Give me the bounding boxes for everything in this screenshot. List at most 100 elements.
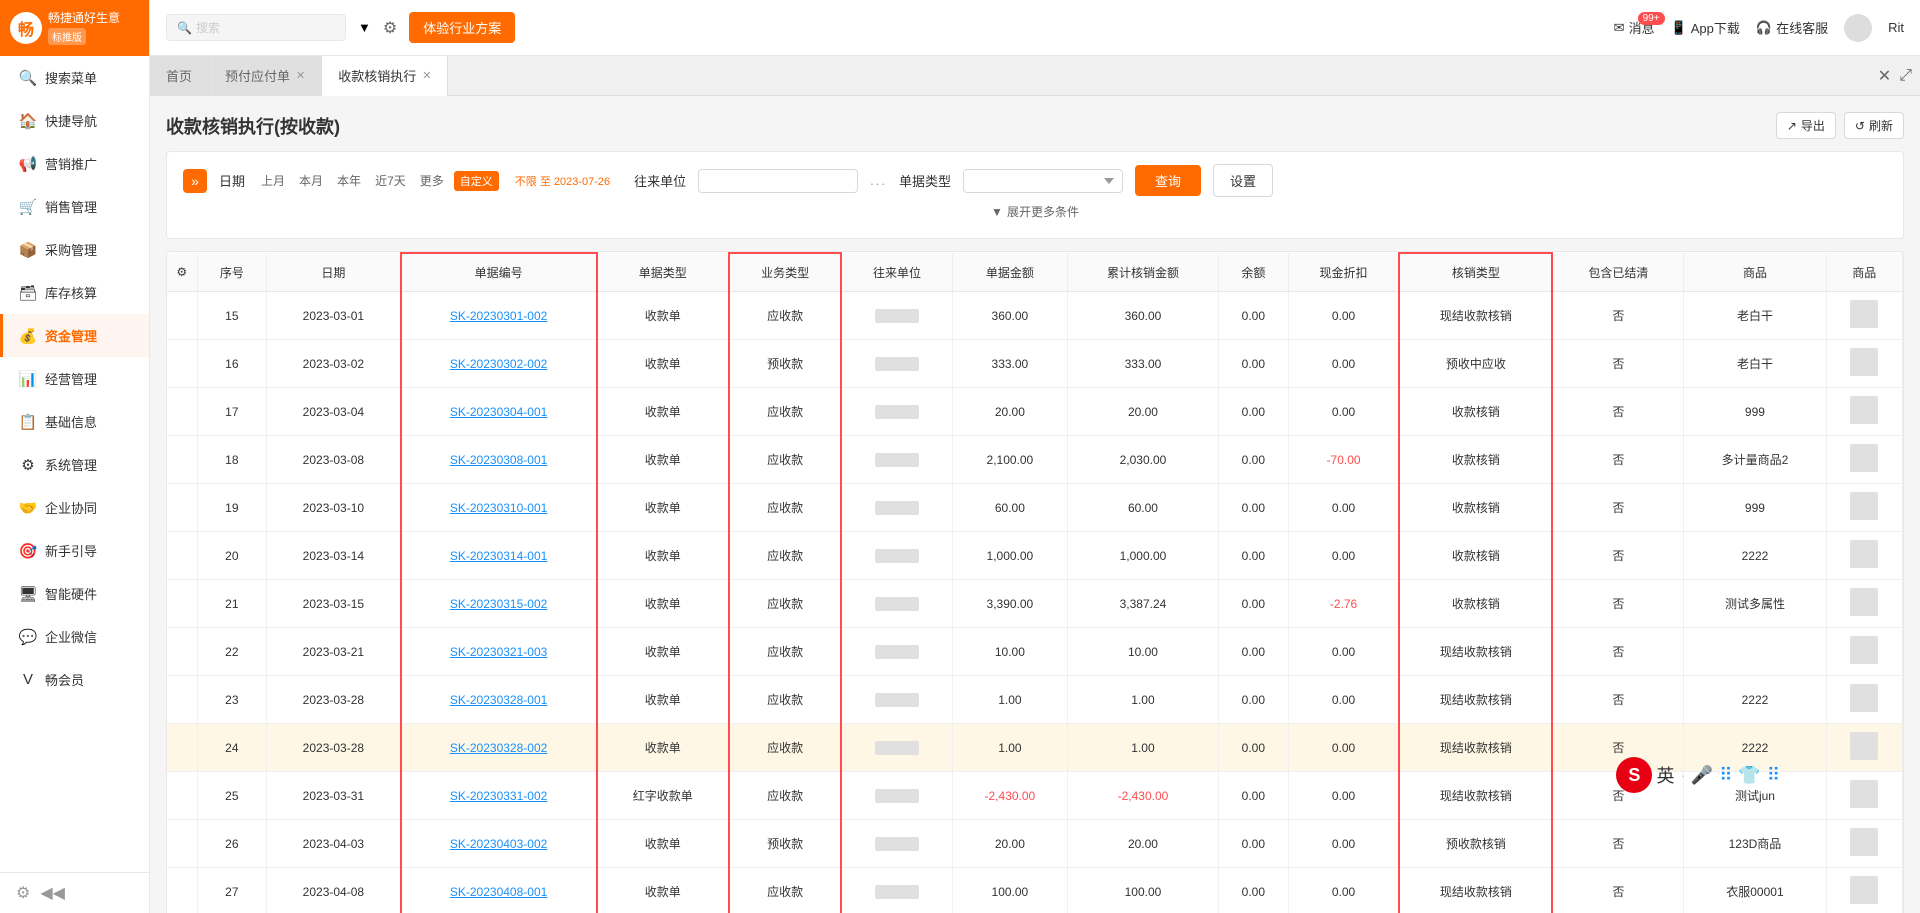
refresh-button[interactable]: ↺ 刷新 [1844,112,1904,139]
sidebar-item-quicknav[interactable]: 🏠快捷导航 [0,99,149,142]
date-7days-btn[interactable]: 近7天 [371,170,410,191]
sidebar-item-purchase[interactable]: 📦采购管理 [0,228,149,271]
tab-prepay[interactable]: 预付应付单 ✕ [209,56,322,96]
table-row: 17 2023-03-04 SK-20230304-001 收款单 应收款 20… [167,388,1903,436]
brand-apps-icon[interactable]: ⠿ [1767,765,1780,786]
brand-s-icon: S [1616,757,1652,793]
cell-goods-img [1826,820,1903,868]
bill-no-link[interactable]: SK-20230314-001 [450,549,547,563]
bill-no-link[interactable]: SK-20230304-001 [450,405,547,419]
brand-mic-icon[interactable]: 🎤 [1691,765,1713,786]
tab-collection-close[interactable]: ✕ [422,69,431,82]
bill-no-link[interactable]: SK-20230321-003 [450,645,547,659]
sidebar-item-marketing[interactable]: 📢营销推广 [0,142,149,185]
online-service-button[interactable]: 🎧 在线客服 [1756,18,1828,37]
tab-prepay-close[interactable]: ✕ [296,69,305,82]
tab-close-all-icon[interactable]: ✕ [1878,66,1891,86]
cell-date: 2023-03-04 [267,388,401,436]
tab-home[interactable]: 首页 [150,56,209,96]
topbar-gear-icon[interactable]: ⚙ [383,18,397,38]
sidebar-item-inventory[interactable]: 🗃 库存核算 [0,271,149,314]
col-gear-header[interactable]: ⚙ [167,253,197,292]
topbar-dropdown[interactable]: ▼ [358,20,371,35]
sidebar-item-guide[interactable]: 🎯新手引导 [0,529,149,572]
cell-cashdiscount: 0.00 [1288,676,1399,724]
cell-canceltype: 现结收款核销 [1399,724,1552,772]
table-row: 16 2023-03-02 SK-20230302-002 收款单 预收款 33… [167,340,1903,388]
bill-no-link[interactable]: SK-20230408-001 [450,885,547,899]
cell-includesettled: 否 [1552,820,1684,868]
cell-billno: SK-20230310-001 [401,484,597,532]
date-custom-btn[interactable]: 自定义 [454,171,499,191]
sidebar-icon-inventory: 🗃 [19,284,37,302]
cell-no: 20 [197,532,267,580]
sidebar-item-search[interactable]: 🔍搜索菜单 [0,56,149,99]
col-partner-header: 往来单位 [841,253,952,292]
cell-balance: 0.00 [1219,340,1289,388]
settings-bottom-icon[interactable]: ⚙ [16,883,30,903]
cell-biztype: 应收款 [729,772,841,820]
export-button[interactable]: ↗ 导出 [1776,112,1836,139]
date-thisyear-btn[interactable]: 本年 [333,170,365,191]
bill-no-link[interactable]: SK-20230308-001 [450,453,547,467]
bill-no-link[interactable]: SK-20230331-002 [450,789,547,803]
filter-settings-button[interactable]: 设置 [1213,164,1273,197]
sidebar-item-member[interactable]: V畅会员 [0,658,149,701]
query-button[interactable]: 查询 [1135,165,1201,196]
sidebar-item-hardware[interactable]: 🖥智能硬件 [0,572,149,615]
user-avatar[interactable] [1844,14,1872,42]
bill-no-link[interactable]: SK-20230328-001 [450,693,547,707]
table-row: 26 2023-04-03 SK-20230403-002 收款单 预收款 20… [167,820,1903,868]
solution-button[interactable]: 体验行业方案 [409,12,515,43]
tab-expand-icon[interactable]: ⤢ [1899,67,1912,85]
sidebar-item-basic[interactable]: 📋基础信息 [0,400,149,443]
cell-gear [167,820,197,868]
cell-no: 15 [197,292,267,340]
sidebar-item-corp[interactable]: 🤝 企业协同 [0,486,149,529]
app-download-button[interactable]: 📱 App下载 [1671,18,1740,37]
tab-collection[interactable]: 收款核销执行 ✕ [322,56,448,96]
bill-no-link[interactable]: SK-20230315-002 [450,597,547,611]
message-button[interactable]: ✉ 消息 99+ [1614,18,1655,37]
sidebar-item-wechat[interactable]: 💬企业微信 [0,615,149,658]
voucher-type-select[interactable] [963,169,1123,193]
filter-ellipsis: ... [870,173,887,188]
brand-shirt-icon[interactable]: 👕 [1738,765,1760,786]
sidebar-label-inventory: 库存核算 [45,283,97,302]
page-actions: ↗ 导出 ↺ 刷新 [1776,112,1904,139]
cell-balance: 0.00 [1219,628,1289,676]
bill-no-link[interactable]: SK-20230403-002 [450,837,547,851]
cell-date: 2023-03-31 [267,772,401,820]
cell-amount: 3,390.00 [952,580,1067,628]
brand-english-icon[interactable]: 英 [1656,762,1674,788]
date-thismonth-btn[interactable]: 本月 [295,170,327,191]
bill-no-link[interactable]: SK-20230328-002 [450,741,547,755]
date-more-btn[interactable]: 更多 [416,170,448,191]
date-lastmonth-btn[interactable]: 上月 [257,170,289,191]
username-label[interactable]: Rit [1888,20,1904,35]
bill-no-link[interactable]: SK-20230302-002 [450,357,547,371]
table-row: 18 2023-03-08 SK-20230308-001 收款单 应收款 2,… [167,436,1903,484]
topbar-search[interactable]: 🔍 搜索 [166,14,346,41]
cell-balance: 0.00 [1219,676,1289,724]
expand-more-button[interactable]: ▼ 展开更多条件 [991,203,1079,220]
sidebar-item-system[interactable]: ⚙系统管理 [0,443,149,486]
sidebar-item-operation[interactable]: 📊经营管理 [0,357,149,400]
collapse-icon[interactable]: ◀◀ [40,883,65,903]
sidebar-item-finance[interactable]: 💰资金管理 [0,314,149,357]
cell-billno: SK-20230302-002 [401,340,597,388]
bill-no-link[interactable]: SK-20230310-001 [450,501,547,515]
bill-no-link[interactable]: SK-20230301-002 [450,309,547,323]
sidebar-label-guide: 新手引导 [45,541,97,560]
sidebar-icon-finance: 💰 [19,327,37,345]
sidebar-label-corp: 企业协同 [45,498,97,517]
sidebar-icon-corp: 🤝 [19,499,37,517]
cell-date: 2023-03-10 [267,484,401,532]
brand-grid-icon[interactable]: ⠿ [1719,765,1732,786]
sidebar-item-sales[interactable]: 🛒销售管理 [0,185,149,228]
cell-goods: 2222 [1684,532,1826,580]
cell-gear [167,628,197,676]
partner-input[interactable] [698,169,858,193]
filter-toggle-button[interactable]: » [183,169,207,193]
export-icon: ↗ [1787,119,1797,133]
